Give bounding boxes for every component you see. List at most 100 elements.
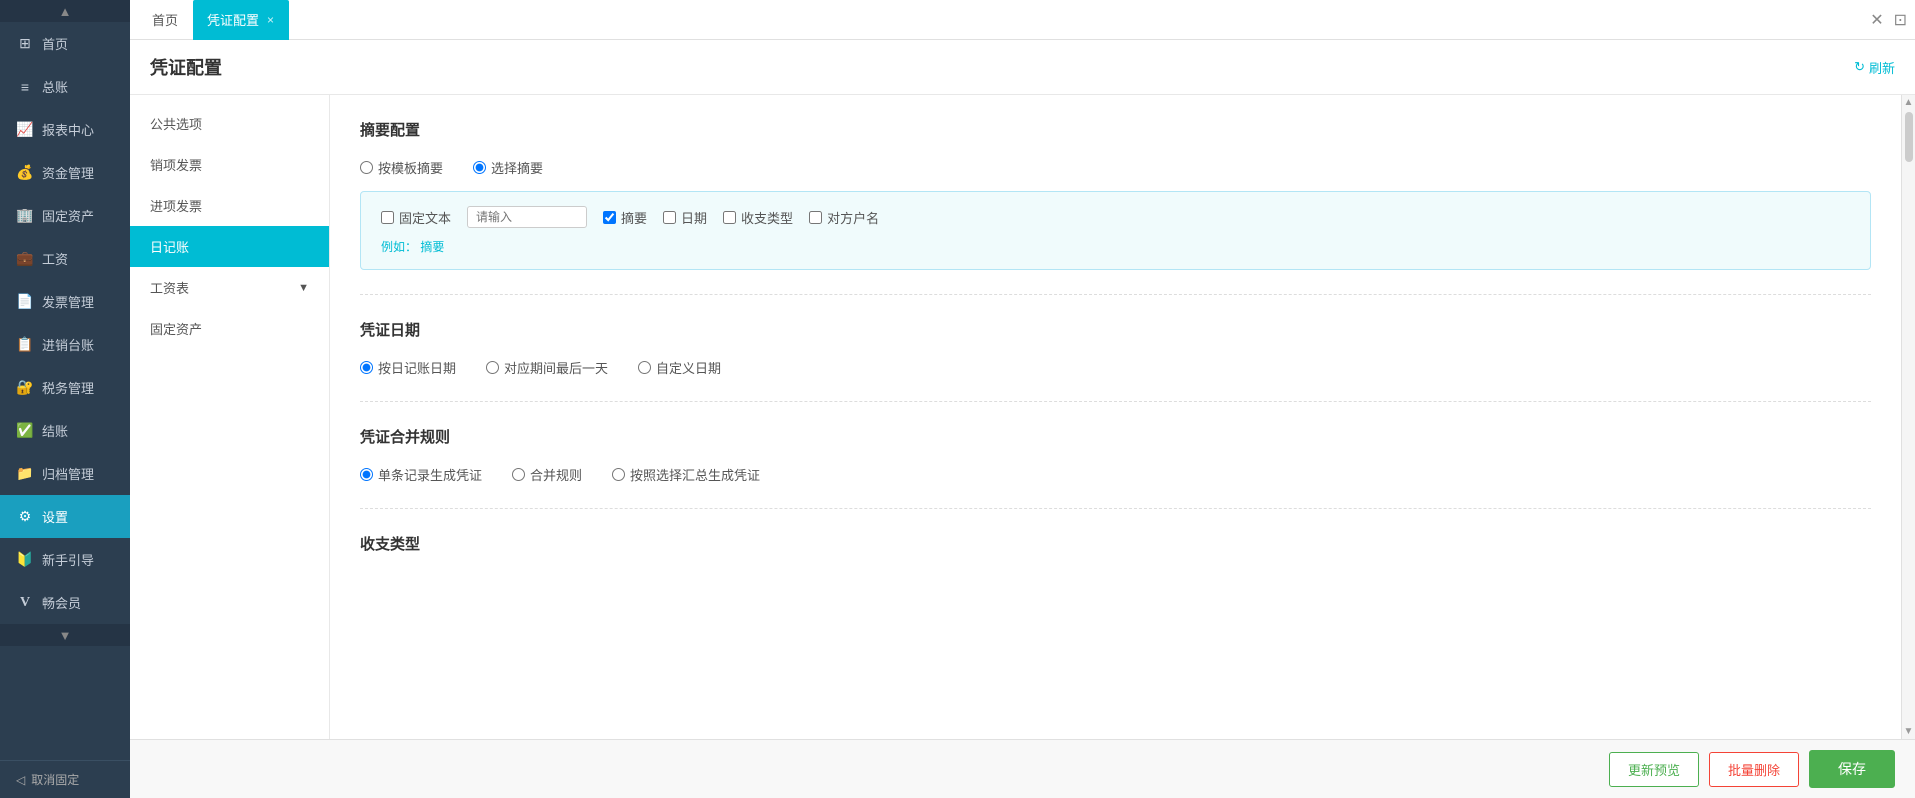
right-scrollbar[interactable]: ▲ ▼	[1901, 95, 1915, 739]
member-icon: V	[16, 595, 34, 611]
sidebar-item-settings[interactable]: ⚙ 设置	[0, 495, 130, 538]
radio-custom-input[interactable]	[638, 361, 651, 374]
summary-title: 摘要配置	[360, 119, 1871, 140]
radio-by-journal-text: 按日记账日期	[378, 358, 456, 377]
salary-icon: 💼	[16, 250, 34, 267]
sidebar-item-tax[interactable]: 🔐 税务管理	[0, 366, 130, 409]
tab-voucher-config[interactable]: 凭证配置 ×	[193, 0, 289, 40]
sidebar-item-label: 报表中心	[42, 120, 94, 139]
left-nav-purchase[interactable]: 进项发票	[130, 185, 329, 226]
tab-close-icon[interactable]: ×	[267, 13, 274, 27]
section-date: 凭证日期 按日记账日期 对应期间最后一天	[360, 319, 1871, 402]
window-close-icon[interactable]: ✕	[1870, 10, 1883, 30]
merge-radio-group: 单条记录生成凭证 合并规则 按照选择汇总生成凭证	[360, 465, 1871, 484]
radio-by-selection-label[interactable]: 按照选择汇总生成凭证	[612, 465, 760, 484]
date-radio-group: 按日记账日期 对应期间最后一天 自定义日期	[360, 358, 1871, 377]
radio-select-input[interactable]	[473, 161, 486, 174]
sidebar-item-guide[interactable]: 🔰 新手引导	[0, 538, 130, 581]
sidebar-item-label: 固定资产	[42, 206, 94, 225]
left-nav-public[interactable]: 公共选项	[130, 103, 329, 144]
left-nav-sales[interactable]: 销项发票	[130, 144, 329, 185]
left-nav-fixed[interactable]: 固定资产	[130, 308, 329, 349]
batch-delete-button[interactable]: 批量删除	[1709, 752, 1799, 787]
checkbox-date-input[interactable]	[663, 211, 676, 224]
radio-by-selection-input[interactable]	[612, 468, 625, 481]
left-nav-payroll[interactable]: 工资表 ▼	[130, 267, 329, 308]
sidebar-item-invoice-mgr[interactable]: 📄 发票管理	[0, 280, 130, 323]
sidebar-scroll-down[interactable]: ▼	[0, 624, 130, 646]
unpin-label: 取消固定	[31, 771, 79, 788]
bottom-bar: 更新预览 批量删除 保存	[130, 739, 1915, 798]
scroll-down-arrow[interactable]: ▼	[1904, 726, 1914, 737]
sidebar-item-salary[interactable]: 💼 工资	[0, 237, 130, 280]
checkbox-income-type-input[interactable]	[723, 211, 736, 224]
sidebar-item-label: 税务管理	[42, 378, 94, 397]
sidebar-item-ledger[interactable]: ≡ 总账	[0, 65, 130, 108]
refresh-button[interactable]: ↻ 刷新	[1854, 58, 1895, 77]
sidebar-item-home[interactable]: ⊞ 首页	[0, 22, 130, 65]
report-icon: 📈	[16, 121, 34, 138]
sidebar-item-settle[interactable]: ✅ 结账	[0, 409, 130, 452]
archive-icon: 📁	[16, 465, 34, 482]
checkbox-fixed-text-label[interactable]: 固定文本	[381, 208, 451, 227]
update-preview-button[interactable]: 更新预览	[1609, 752, 1699, 787]
sidebar-item-member[interactable]: V 畅会员	[0, 581, 130, 624]
radio-select-label[interactable]: 选择摘要	[473, 158, 543, 177]
left-nav-label: 工资表	[150, 278, 189, 297]
left-nav-journal[interactable]: 日记账	[130, 226, 329, 267]
settle-icon: ✅	[16, 422, 34, 439]
window-controls: ✕ ⊡	[1870, 10, 1907, 30]
guide-icon: 🔰	[16, 551, 34, 568]
radio-template-input[interactable]	[360, 161, 373, 174]
checkbox-fixed-text-input[interactable]	[381, 211, 394, 224]
radio-template-text: 按模板摘要	[378, 158, 443, 177]
checkbox-date-label[interactable]: 日期	[663, 208, 707, 227]
left-nav-label: 公共选项	[150, 114, 202, 133]
section-merge: 凭证合并规则 单条记录生成凭证 合并规则	[360, 426, 1871, 509]
window-maximize-icon[interactable]: ⊡	[1894, 10, 1907, 30]
checkbox-summary-label[interactable]: 摘要	[603, 208, 647, 227]
sidebar-unpin-button[interactable]: ◁ 取消固定	[0, 760, 130, 798]
tab-home[interactable]: 首页	[138, 0, 193, 40]
scroll-thumb[interactable]	[1905, 112, 1913, 162]
radio-merge-input[interactable]	[512, 468, 525, 481]
invoice-mgr-icon: 📄	[16, 293, 34, 310]
sidebar-item-label: 新手引导	[42, 550, 94, 569]
fixed-text-input[interactable]	[467, 206, 587, 228]
checkbox-summary-input[interactable]	[603, 211, 616, 224]
tax-icon: 🔐	[16, 379, 34, 396]
sidebar-item-label: 总账	[42, 77, 68, 96]
scroll-up-arrow[interactable]: ▲	[1904, 97, 1914, 108]
summary-checkbox-row: 固定文本 摘要 日期	[381, 206, 1850, 228]
checkbox-counterpart-text: 对方户名	[827, 208, 879, 227]
sidebar-item-archive[interactable]: 📁 归档管理	[0, 452, 130, 495]
radio-single-label[interactable]: 单条记录生成凭证	[360, 465, 482, 484]
income-type-title: 收支类型	[360, 533, 1871, 554]
page-content: 凭证配置 ↻ 刷新 公共选项 销项发票 进项发票 日记账	[130, 40, 1915, 798]
radio-by-journal-label[interactable]: 按日记账日期	[360, 358, 456, 377]
sidebar-scroll-up[interactable]: ▲	[0, 0, 130, 22]
example-preview: 例如： 摘要	[381, 238, 1850, 255]
radio-by-period-input[interactable]	[486, 361, 499, 374]
radio-merge-label[interactable]: 合并规则	[512, 465, 582, 484]
sidebar-item-capital[interactable]: 💰 资金管理	[0, 151, 130, 194]
sidebar-item-ledger2[interactable]: 📋 进销台账	[0, 323, 130, 366]
checkbox-counterpart-input[interactable]	[809, 211, 822, 224]
checkbox-income-type-text: 收支类型	[741, 208, 793, 227]
home-icon: ⊞	[16, 35, 34, 52]
tab-active-label: 凭证配置	[207, 10, 259, 29]
radio-by-journal-input[interactable]	[360, 361, 373, 374]
radio-template-label[interactable]: 按模板摘要	[360, 158, 443, 177]
radio-single-text: 单条记录生成凭证	[378, 465, 482, 484]
sidebar-item-assets[interactable]: 🏢 固定资产	[0, 194, 130, 237]
checkbox-income-type-label[interactable]: 收支类型	[723, 208, 793, 227]
radio-single-input[interactable]	[360, 468, 373, 481]
radio-by-selection-text: 按照选择汇总生成凭证	[630, 465, 760, 484]
radio-by-period-label[interactable]: 对应期间最后一天	[486, 358, 608, 377]
sidebar-item-report[interactable]: 📈 报表中心	[0, 108, 130, 151]
radio-custom-label[interactable]: 自定义日期	[638, 358, 721, 377]
sidebar-item-label: 归档管理	[42, 464, 94, 483]
save-button[interactable]: 保存	[1809, 750, 1895, 788]
checkbox-counterpart-label[interactable]: 对方户名	[809, 208, 879, 227]
radio-merge-text: 合并规则	[530, 465, 582, 484]
